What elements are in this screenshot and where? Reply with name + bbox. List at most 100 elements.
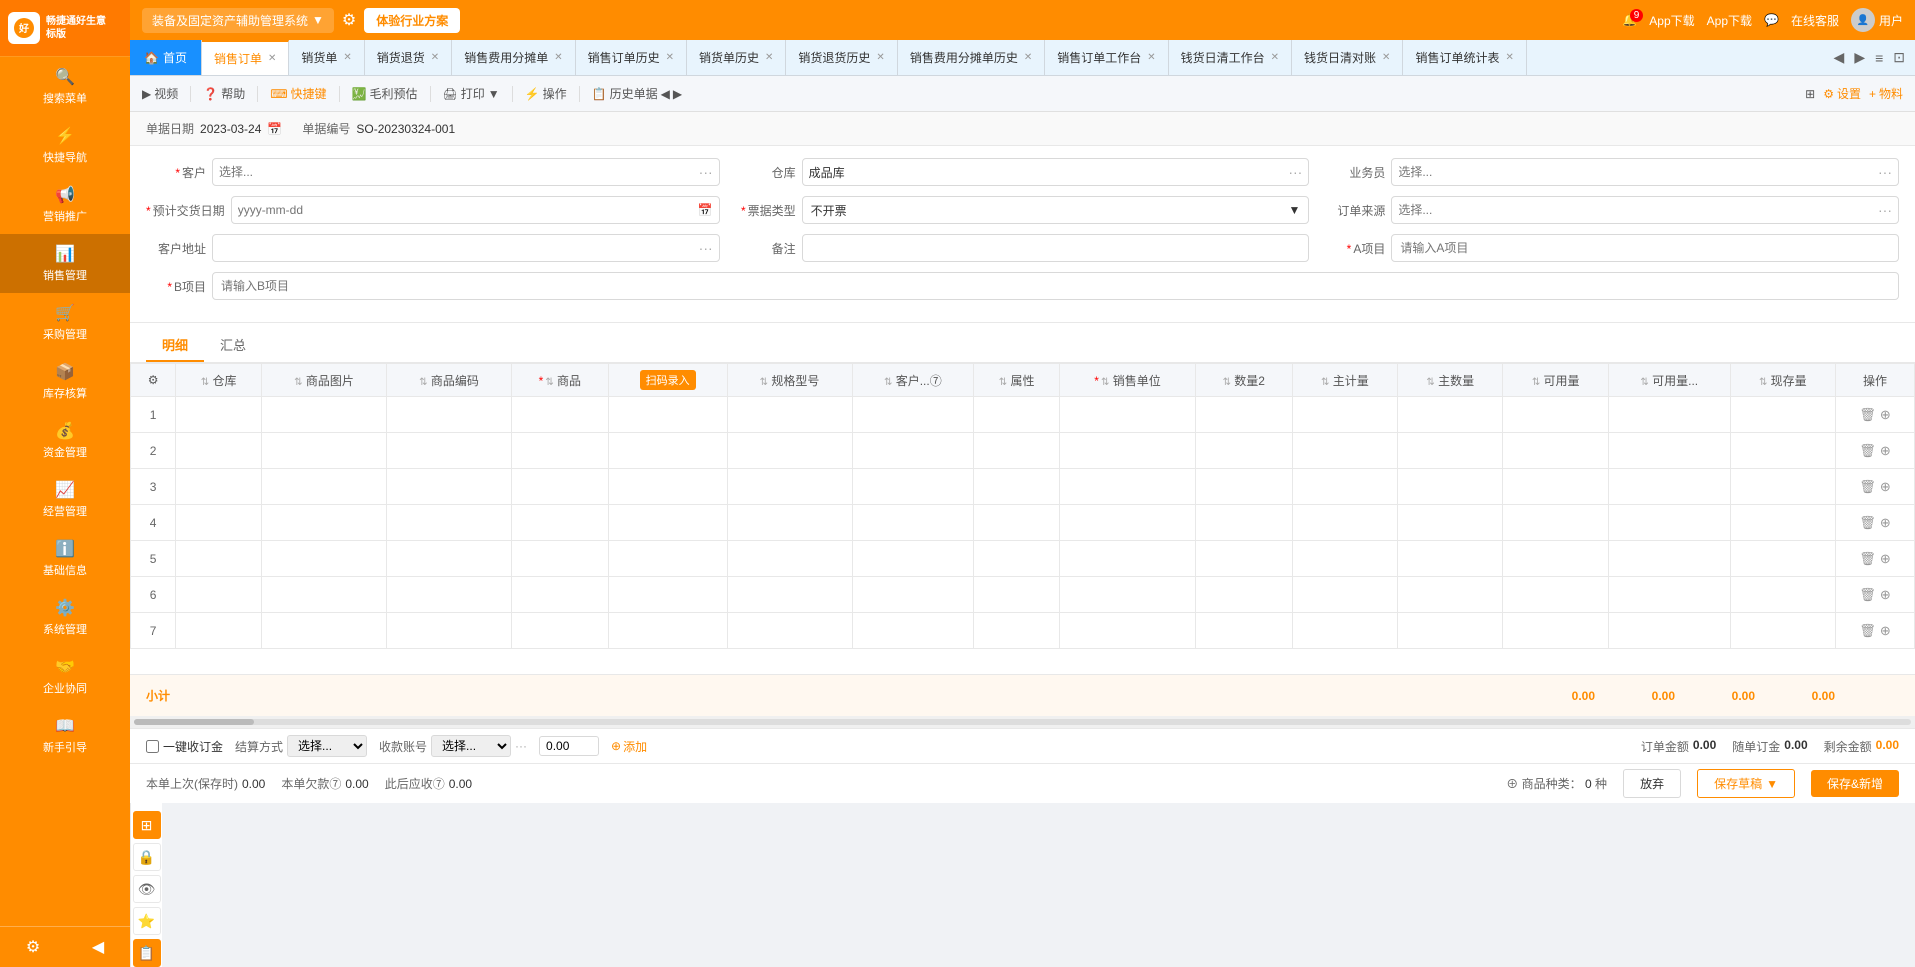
sidebar-item-guide[interactable]: 📖 新手引导: [0, 706, 130, 765]
collapse-icon[interactable]: ◀: [92, 937, 104, 957]
row7-customer-no[interactable]: [852, 613, 974, 649]
row7-spec[interactable]: [727, 613, 852, 649]
row1-product[interactable]: [511, 397, 608, 433]
toolbar-settings[interactable]: ⚙ 设置: [1823, 85, 1861, 102]
order-source-dots[interactable]: ···: [1878, 202, 1892, 218]
right-btn-3[interactable]: 👁: [133, 875, 161, 903]
customer-input-wrap[interactable]: ···: [212, 158, 720, 186]
project-a-input[interactable]: [1391, 234, 1899, 262]
tab-close-stats[interactable]: ✕: [1505, 52, 1513, 63]
delivery-calendar-icon[interactable]: 📅: [698, 203, 713, 217]
row5-spec[interactable]: [727, 541, 852, 577]
tab-reconcile[interactable]: 钱货日清对账 ✕: [1292, 40, 1403, 76]
row5-delete-icon[interactable]: 🗑: [1859, 551, 1876, 567]
row6-copy-icon[interactable]: ⊕: [1880, 587, 1891, 603]
row2-customer-no[interactable]: [852, 433, 974, 469]
tab-home[interactable]: 🏠 首页: [130, 40, 202, 76]
toolbar-help[interactable]: ❓ 帮助: [203, 85, 245, 102]
row2-copy-icon[interactable]: ⊕: [1880, 443, 1891, 459]
row3-delete-icon[interactable]: 🗑: [1859, 479, 1876, 495]
sidebar-item-system[interactable]: ⚙️ 系统管理: [0, 588, 130, 647]
row3-unit[interactable]: [1060, 469, 1196, 505]
row3-qty2[interactable]: [1195, 469, 1292, 505]
row4-attr[interactable]: [974, 505, 1060, 541]
row1-copy-icon[interactable]: ⊕: [1880, 407, 1891, 423]
row4-code[interactable]: [387, 505, 512, 541]
horizontal-scrollbar[interactable]: [130, 716, 1915, 728]
tab-close-fee-split[interactable]: ✕: [554, 52, 562, 63]
print-dropdown[interactable]: ▼: [488, 87, 500, 101]
row4-warehouse[interactable]: [176, 505, 262, 541]
row4-customer-no[interactable]: [852, 505, 974, 541]
app-download-label[interactable]: App下载: [1707, 12, 1752, 29]
notification-bell[interactable]: 🔔 9: [1622, 13, 1637, 27]
user-menu[interactable]: 👤 用户: [1851, 8, 1903, 32]
row7-attr[interactable]: [974, 613, 1060, 649]
sidebar-item-sales[interactable]: 📊 销售管理: [0, 234, 130, 293]
tab-arrow-left[interactable]: ◀: [1830, 47, 1849, 68]
row3-code[interactable]: [387, 469, 512, 505]
row6-attr[interactable]: [974, 577, 1060, 613]
row5-attr[interactable]: [974, 541, 1060, 577]
sidebar-item-baseinfo[interactable]: ℹ️ 基础信息: [0, 529, 130, 588]
row1-unit[interactable]: [1060, 397, 1196, 433]
row5-copy-icon[interactable]: ⊕: [1880, 551, 1891, 567]
tab-detail[interactable]: 明细: [146, 329, 204, 362]
settings-bottom-icon[interactable]: ⚙: [26, 937, 40, 957]
row7-main-qty[interactable]: [1398, 613, 1503, 649]
tab-close-fee-history[interactable]: ✕: [1024, 52, 1032, 63]
order-source-input[interactable]: [1398, 203, 1874, 217]
warehouse-dots[interactable]: ···: [1288, 164, 1302, 180]
row5-code[interactable]: [387, 541, 512, 577]
sidebar-item-finance[interactable]: 💰 资金管理: [0, 411, 130, 470]
salesperson-dots[interactable]: ···: [1878, 164, 1892, 180]
row4-main-qty[interactable]: [1398, 505, 1503, 541]
one-click-checkbox[interactable]: [146, 740, 159, 753]
row3-product[interactable]: [511, 469, 608, 505]
row1-delete-icon[interactable]: 🗑: [1859, 407, 1876, 423]
amount-input[interactable]: [539, 736, 599, 756]
row6-product[interactable]: [511, 577, 608, 613]
row2-qty2[interactable]: [1195, 433, 1292, 469]
tab-fee-split[interactable]: 销售费用分摊单 ✕: [452, 40, 575, 76]
row1-attr[interactable]: [974, 397, 1060, 433]
right-btn-1[interactable]: ⊞: [133, 811, 161, 839]
customer-address-input[interactable]: [219, 241, 695, 255]
row6-delete-icon[interactable]: 🗑: [1859, 587, 1876, 603]
tab-sales-invoice[interactable]: 销货单 ✕: [289, 40, 364, 76]
tab-close-invoice-history[interactable]: ✕: [765, 52, 773, 63]
online-support-label[interactable]: 在线客服: [1791, 12, 1839, 29]
toolbar-print[interactable]: 🖨 打印 ▼: [443, 85, 500, 102]
row1-customer-no[interactable]: [852, 397, 974, 433]
tab-close-order-history[interactable]: ✕: [666, 52, 674, 63]
warehouse-input-wrap[interactable]: 成品库 ···: [802, 158, 1310, 186]
row3-copy-icon[interactable]: ⊕: [1880, 479, 1891, 495]
row2-unit[interactable]: [1060, 433, 1196, 469]
tab-order-history[interactable]: 销售订单历史 ✕: [576, 40, 687, 76]
salesperson-input[interactable]: [1398, 165, 1874, 179]
row7-copy-icon[interactable]: ⊕: [1880, 623, 1891, 639]
row4-unit[interactable]: [1060, 505, 1196, 541]
save-new-button[interactable]: 保存&新增: [1811, 770, 1899, 797]
scan-button[interactable]: 扫码录入: [640, 370, 696, 390]
tab-close-return[interactable]: ✕: [431, 52, 439, 63]
row2-code[interactable]: [387, 433, 512, 469]
row3-warehouse[interactable]: [176, 469, 262, 505]
row1-code[interactable]: [387, 397, 512, 433]
toolbar-grid-view[interactable]: ⊞: [1805, 85, 1815, 102]
toolbar-ops[interactable]: ⚡ 操作: [525, 85, 567, 102]
solution-button[interactable]: 体验行业方案: [364, 8, 460, 33]
row6-customer-no[interactable]: [852, 577, 974, 613]
tab-stats[interactable]: 销售订单统计表 ✕: [1403, 40, 1526, 76]
row7-unit[interactable]: [1060, 613, 1196, 649]
tab-close-sales-invoice[interactable]: ✕: [343, 52, 351, 63]
toolbar-add-material[interactable]: + 物料: [1869, 85, 1903, 102]
tab-return-history[interactable]: 销货退货历史 ✕: [786, 40, 897, 76]
save-draft-button[interactable]: 保存草稿 ▼: [1697, 769, 1795, 798]
row5-product[interactable]: [511, 541, 608, 577]
tab-close-daily-workbench[interactable]: ✕: [1271, 52, 1279, 63]
row3-spec[interactable]: [727, 469, 852, 505]
row1-spec[interactable]: [727, 397, 852, 433]
order-source-wrap[interactable]: ···: [1391, 196, 1899, 224]
tab-arrow-right[interactable]: ▶: [1850, 47, 1869, 68]
